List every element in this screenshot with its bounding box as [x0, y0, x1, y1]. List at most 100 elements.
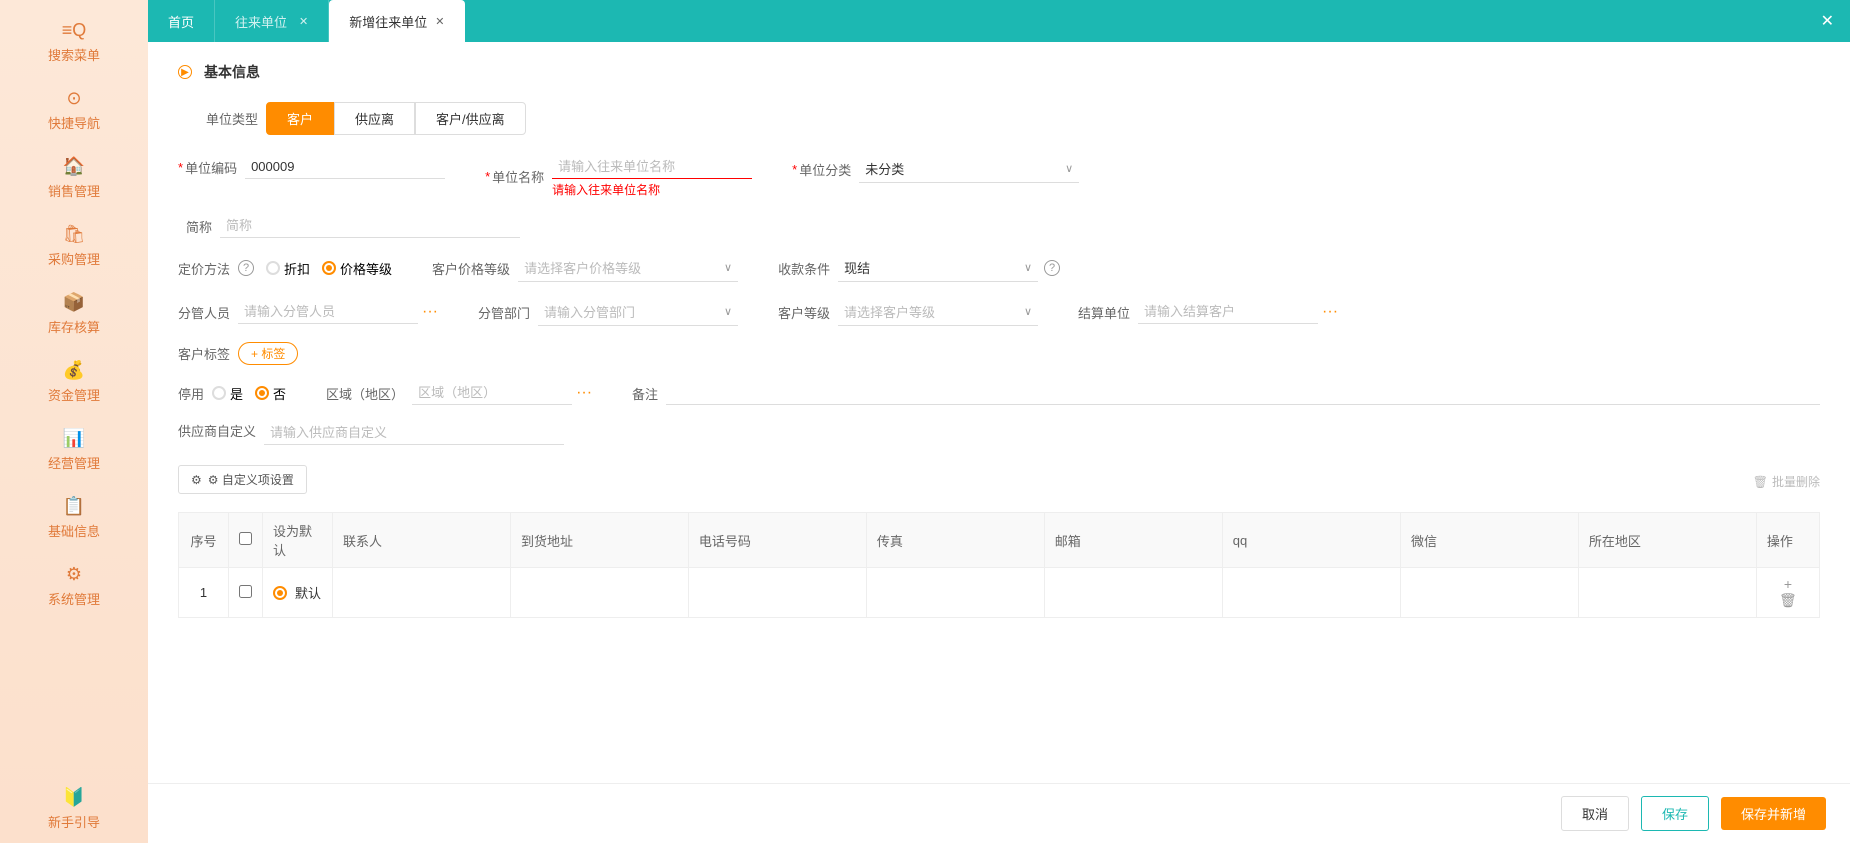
table-row: 1 默认: [179, 568, 1820, 618]
sidebar-item-system[interactable]: ⚙ 系统管理: [0, 552, 148, 620]
unit-category-value: 未分类: [865, 159, 904, 178]
row-fax[interactable]: [866, 568, 1044, 618]
sidebar-item-quick-nav[interactable]: ⊙ 快捷导航: [0, 76, 148, 144]
field-customer-price-level: 客户价格等级 请选择客户价格等级 ∨: [432, 254, 738, 282]
add-tag-btn[interactable]: + 标签: [238, 342, 298, 365]
row-phone[interactable]: [688, 568, 866, 618]
required-star-name: *: [485, 169, 490, 184]
region-input[interactable]: [412, 381, 572, 405]
row-address-input[interactable]: [521, 581, 678, 604]
supervisor-input[interactable]: [238, 300, 418, 324]
row-region-input[interactable]: [1589, 581, 1746, 604]
unit-category-select[interactable]: 未分类 ∨: [859, 155, 1079, 183]
row-email-input[interactable]: [1055, 581, 1212, 604]
tab-new-contact[interactable]: 新增往来单位 ✕: [329, 0, 465, 42]
sidebar-item-newbie[interactable]: 🔰 新手引导: [0, 775, 148, 843]
tab-bar: 首页 往来单位 ✕ 新增往来单位 ✕ ✕: [148, 0, 1850, 42]
row-qq[interactable]: [1222, 568, 1400, 618]
dept-select[interactable]: 请输入分管部门 ∨: [538, 298, 738, 326]
radio-yes[interactable]: 是: [212, 384, 243, 403]
inventory-icon: 📦: [63, 292, 85, 313]
settlement-unit-more-btn[interactable]: ···: [1322, 303, 1338, 321]
col-email: 邮箱: [1044, 513, 1222, 568]
col-region: 所在地区: [1578, 513, 1756, 568]
radio-price-level-dot: [326, 265, 332, 271]
type-btn-customer[interactable]: 客户: [266, 102, 334, 135]
settlement-unit-input[interactable]: [1138, 300, 1318, 324]
field-payment-terms: 收款条件 现结 ∨ ?: [778, 254, 1060, 282]
sidebar-item-basic[interactable]: 📋 基础信息: [0, 484, 148, 552]
row-wechat[interactable]: [1400, 568, 1578, 618]
row-default-radio[interactable]: 默认: [273, 583, 322, 602]
system-icon: ⚙: [66, 564, 82, 585]
customer-level-select[interactable]: 请选择客户等级 ∨: [838, 298, 1038, 326]
row-fax-input[interactable]: [877, 581, 1034, 604]
radio-no-dot: [259, 390, 265, 396]
sidebar-label-newbie: 新手引导: [48, 812, 100, 831]
section-title: 基本信息: [204, 62, 260, 82]
sidebar-item-search[interactable]: ≡Q 搜索菜单: [0, 8, 148, 76]
tab-new-contact-close[interactable]: ✕: [435, 15, 444, 28]
type-btn-supplier[interactable]: 供应离: [334, 102, 415, 135]
required-star-code: *: [178, 160, 183, 175]
sidebar-item-operations[interactable]: 📊 经营管理: [0, 416, 148, 484]
row-region[interactable]: [1578, 568, 1756, 618]
payment-terms-select[interactable]: 现结 ∨: [838, 254, 1038, 282]
radio-price-level[interactable]: 价格等级: [322, 259, 392, 278]
row-add-btn[interactable]: +: [1780, 576, 1796, 592]
row-checkbox-input[interactable]: [239, 585, 252, 598]
field-pricing: 定价方法 ? 折扣 价格等级: [178, 259, 392, 278]
row-phone-input[interactable]: [699, 581, 856, 604]
col-seq: 序号: [179, 513, 229, 568]
tab-contacts-label: 往来单位: [235, 12, 287, 31]
sidebar-label-basic: 基础信息: [48, 521, 100, 540]
sidebar: ≡Q 搜索菜单 ⊙ 快捷导航 🏠 销售管理 🛍 采购管理 📦 库存核算 💰 资金…: [0, 0, 148, 843]
customer-price-level-select[interactable]: 请选择客户价格等级 ∨: [518, 254, 738, 282]
row-contact[interactable]: [332, 568, 510, 618]
dept-chevron: ∨: [724, 305, 732, 318]
unit-name-input[interactable]: [552, 155, 752, 179]
row-default: 默认: [263, 568, 333, 618]
radio-no[interactable]: 否: [255, 384, 286, 403]
row-email[interactable]: [1044, 568, 1222, 618]
sidebar-item-purchase[interactable]: 🛍 采购管理: [0, 212, 148, 280]
short-name-input[interactable]: [220, 214, 520, 238]
tab-home[interactable]: 首页: [148, 0, 215, 42]
row-contact-input[interactable]: [343, 581, 500, 604]
row-delete-btn[interactable]: 🗑: [1775, 592, 1801, 609]
payment-terms-label: 收款条件: [778, 259, 830, 278]
custom-settings-btn[interactable]: ⚙ ⚙ 自定义项设置: [178, 465, 307, 494]
field-remark: 备注: [632, 381, 1820, 405]
payment-help-icon[interactable]: ?: [1044, 260, 1060, 276]
cancel-button[interactable]: 取消: [1561, 796, 1629, 831]
row-qq-input[interactable]: [1233, 581, 1390, 604]
remark-label: 备注: [632, 384, 658, 403]
col-contact: 联系人: [332, 513, 510, 568]
finance-icon: 💰: [63, 360, 85, 381]
select-all-checkbox[interactable]: [239, 532, 252, 545]
radio-discount[interactable]: 折扣: [266, 259, 310, 278]
pricing-help-icon[interactable]: ?: [238, 260, 254, 276]
supplier-custom-input[interactable]: [264, 421, 564, 445]
sidebar-item-finance[interactable]: 💰 资金管理: [0, 348, 148, 416]
remark-input[interactable]: [666, 381, 1820, 405]
radio-discount-label: 折扣: [284, 259, 310, 278]
batch-delete-btn[interactable]: 🗑 批量删除: [1753, 473, 1820, 490]
region-more-btn[interactable]: ···: [576, 384, 592, 402]
row-address[interactable]: [510, 568, 688, 618]
col-address: 到货地址: [510, 513, 688, 568]
supervisor-more-btn[interactable]: ···: [422, 303, 438, 321]
unit-code-input[interactable]: [245, 155, 445, 179]
sidebar-item-sales[interactable]: 🏠 销售管理: [0, 144, 148, 212]
required-star-category: *: [792, 162, 797, 177]
tab-bar-close-all[interactable]: ✕: [1821, 11, 1850, 31]
tab-contacts[interactable]: 往来单位 ✕: [215, 0, 329, 42]
type-btn-both[interactable]: 客户/供应离: [415, 102, 526, 135]
save-button[interactable]: 保存: [1641, 796, 1709, 831]
search-icon: ≡Q: [62, 20, 87, 41]
tab-contacts-close[interactable]: ✕: [299, 15, 308, 28]
row-wechat-input[interactable]: [1411, 581, 1568, 604]
unit-name-wrap: 请输入往来单位名称: [552, 155, 752, 198]
sidebar-item-inventory[interactable]: 📦 库存核算: [0, 280, 148, 348]
save-add-button[interactable]: 保存并新增: [1721, 797, 1826, 830]
